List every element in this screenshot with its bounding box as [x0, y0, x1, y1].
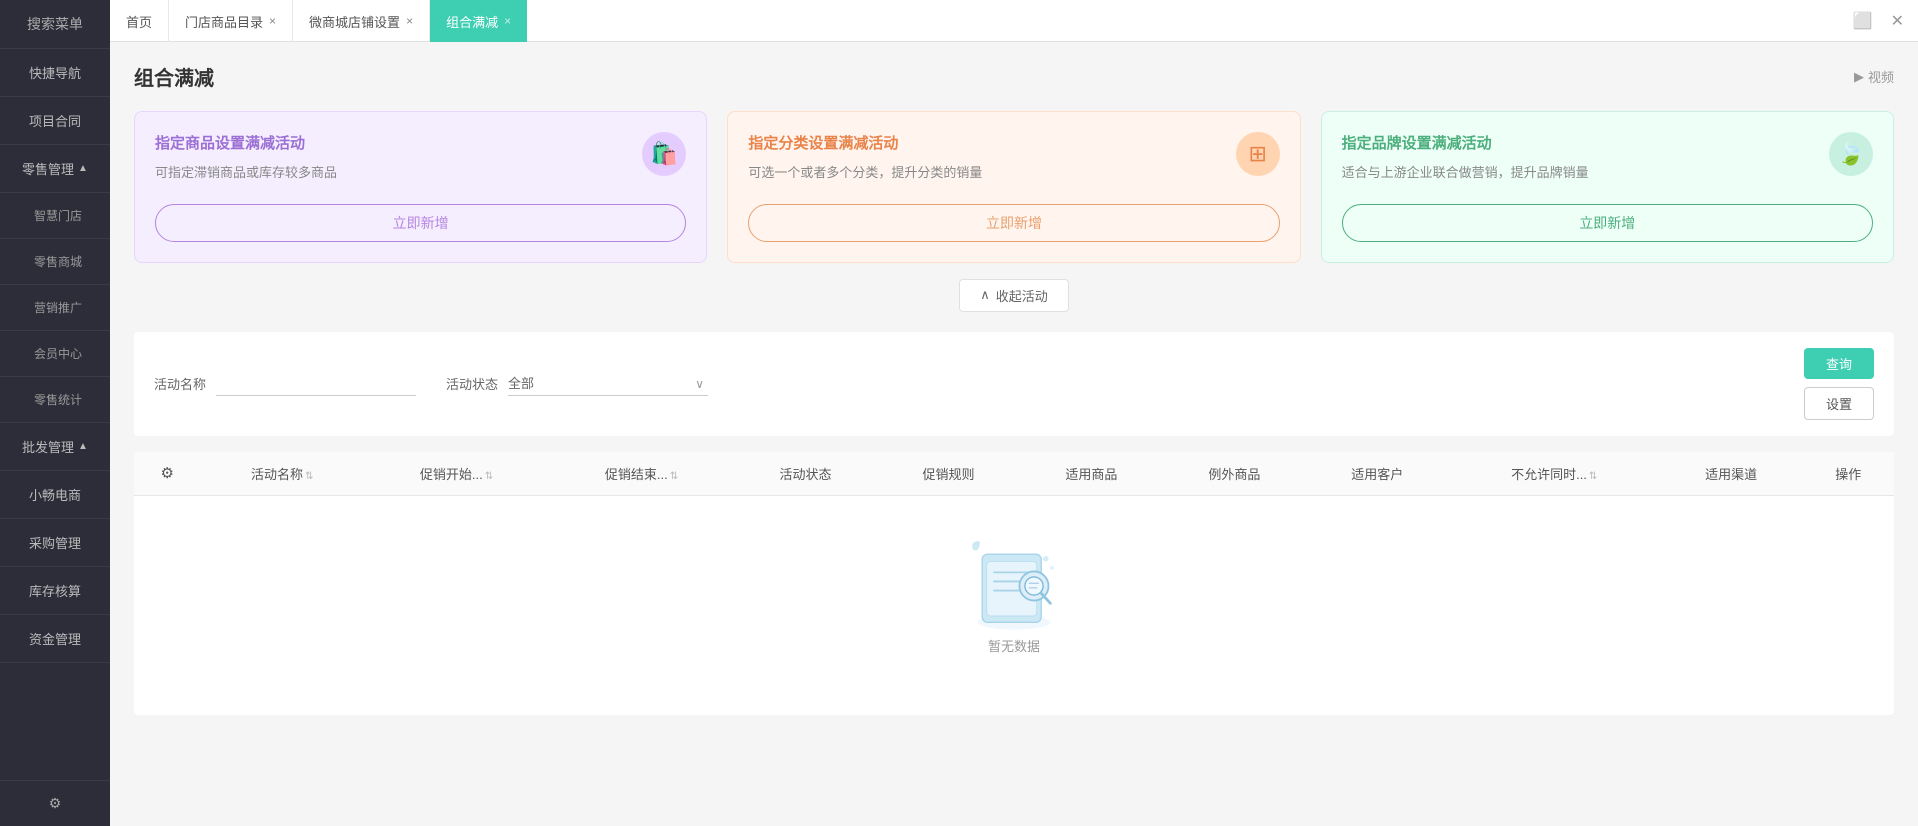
activity-card-by-category: ⊞指定分类设置满减活动可选一个或者多个分类，提升分类的销量立即新增: [727, 111, 1300, 263]
activity-name-label: 活动名称: [154, 374, 206, 393]
table-container: ⚙活动名称⇅促销开始...⇅促销结束...⇅活动状态促销规则适用商品例外商品适用…: [134, 452, 1894, 715]
tab-store-catalog[interactable]: 门店商品目录 ×: [169, 0, 293, 42]
gear-icon: ⚙: [49, 795, 62, 811]
tab-combo-discount[interactable]: 组合满减 ×: [430, 0, 527, 42]
sort-icon-promo_start: ⇅: [485, 471, 493, 482]
th-label-promo_start: 促销开始...: [420, 467, 483, 482]
sidebar-item-xiaochangec[interactable]: 小畅电商: [0, 471, 110, 519]
query-button[interactable]: 查询: [1804, 348, 1874, 379]
card-icon-by-category: ⊞: [1236, 132, 1280, 176]
tab-label: 首页: [126, 12, 152, 31]
card-desc-by-category: 可选一个或者多个分类，提升分类的销量: [748, 163, 1279, 184]
collapse-icon: ∧: [980, 287, 990, 303]
sidebar-item-fund-mgmt[interactable]: 资金管理: [0, 615, 110, 663]
empty-illustration: [959, 536, 1069, 636]
th-operations: 操作: [1803, 452, 1894, 496]
filter-actions: 查询 设置: [1804, 348, 1874, 420]
sidebar-settings-btn[interactable]: ⚙: [0, 780, 110, 826]
th-activity_status: 活动状态: [734, 452, 877, 496]
empty-text: 暂无数据: [988, 636, 1040, 655]
sidebar-search[interactable]: 搜索菜单: [0, 0, 110, 49]
card-btn-by-category[interactable]: 立即新增: [748, 204, 1279, 242]
card-icon-by-brand: 🍃: [1829, 132, 1873, 176]
close-button[interactable]: ✕: [1887, 7, 1908, 35]
th-applicable_channel: 适用渠道: [1660, 452, 1803, 496]
th-settings[interactable]: ⚙: [134, 452, 200, 496]
sort-icon-not_allow_concurrent: ⇅: [1589, 471, 1597, 482]
th-promo_rule: 促销规则: [877, 452, 1020, 496]
activity-cards: 🛍️指定商品设置满减活动可指定滞销商品或库存较多商品立即新增⊞指定分类设置满减活…: [134, 111, 1894, 263]
tab-bar: 首页 门店商品目录 × 微商城店铺设置 × 组合满减 × ⬜ ✕: [110, 0, 1918, 42]
th-applicable_customers: 适用客户: [1306, 452, 1449, 496]
tab-close-icon[interactable]: ×: [406, 14, 413, 28]
tab-wechat-store-settings[interactable]: 微商城店铺设置 ×: [293, 0, 430, 42]
gear-icon[interactable]: ⚙: [160, 465, 173, 482]
chevron-icon: ▲: [78, 441, 88, 452]
main-area: 首页门店商品目录×微商城店铺设置×组合满减× ⬜ ✕ 组合满减 ▶ 视频 🛍️指…: [110, 0, 1918, 826]
page-content: 组合满减 ▶ 视频 🛍️指定商品设置满减活动可指定滞销商品或库存较多商品立即新增…: [110, 42, 1918, 826]
sidebar-item-marketing[interactable]: 营销推广: [0, 285, 110, 331]
settings-button[interactable]: 设置: [1804, 387, 1874, 420]
activity-status-label: 活动状态: [446, 374, 498, 393]
maximize-button[interactable]: ⬜: [1849, 7, 1877, 35]
sidebar: 搜索菜单 快捷导航项目合同零售管理 ▲智慧门店零售商城营销推广会员中心零售统计批…: [0, 0, 110, 826]
tab-label: 微商城店铺设置: [309, 12, 400, 31]
card-desc-by-brand: 适合与上游企业联合做营销，提升品牌销量: [1342, 163, 1873, 184]
tab-label: 组合满减: [446, 12, 498, 31]
tab-close-icon[interactable]: ×: [269, 14, 276, 28]
th-applicable_goods: 适用商品: [1020, 452, 1163, 496]
status-select-wrapper: 全部进行中未开始已结束 ∨: [508, 372, 708, 396]
card-title-by-category: 指定分类设置满减活动: [748, 132, 1279, 153]
window-controls: ⬜ ✕: [1849, 7, 1918, 35]
th-label-promo_end: 促销结束...: [605, 467, 668, 482]
filter-bar: 活动名称 活动状态 全部进行中未开始已结束 ∨ 查询 设置: [134, 332, 1894, 436]
th-not_allow_concurrent[interactable]: 不允许同时...⇅: [1449, 452, 1660, 496]
sidebar-item-quick-nav[interactable]: 快捷导航: [0, 49, 110, 97]
activity-name-input[interactable]: [216, 372, 416, 396]
sidebar-item-retail-mgmt[interactable]: 零售管理 ▲: [0, 145, 110, 193]
sidebar-item-purchase-mgmt[interactable]: 采购管理: [0, 519, 110, 567]
card-desc-by-goods: 可指定滞销商品或库存较多商品: [155, 163, 686, 184]
collapse-button[interactable]: ∧ 收起活动: [959, 279, 1069, 312]
tab-label: 门店商品目录: [185, 12, 263, 31]
th-activity_name[interactable]: 活动名称⇅: [200, 452, 364, 496]
filter-activity-status: 活动状态 全部进行中未开始已结束 ∨: [446, 372, 708, 396]
video-link[interactable]: ▶ 视频: [1854, 67, 1894, 86]
page-title: 组合满减: [134, 62, 214, 91]
sort-icon-promo_end: ⇅: [670, 471, 678, 482]
card-title-by-brand: 指定品牌设置满减活动: [1342, 132, 1873, 153]
tab-close-icon[interactable]: ×: [504, 14, 511, 28]
th-label-activity_name: 活动名称: [251, 467, 303, 482]
activity-status-select[interactable]: 全部进行中未开始已结束: [508, 372, 708, 396]
chevron-icon: ▲: [78, 163, 88, 174]
data-table: ⚙活动名称⇅促销开始...⇅促销结束...⇅活动状态促销规则适用商品例外商品适用…: [134, 452, 1894, 496]
th-excluded_goods: 例外商品: [1163, 452, 1306, 496]
collapse-bar: ∧ 收起活动: [134, 279, 1894, 312]
sort-icon-activity_name: ⇅: [305, 471, 313, 482]
play-icon: ▶: [1854, 69, 1864, 85]
activity-card-by-brand: 🍃指定品牌设置满减活动适合与上游企业联合做营销，提升品牌销量立即新增: [1321, 111, 1894, 263]
sidebar-item-member-center[interactable]: 会员中心: [0, 331, 110, 377]
sidebar-item-smart-store[interactable]: 智慧门店: [0, 193, 110, 239]
tab-home[interactable]: 首页: [110, 0, 169, 42]
th-promo_end[interactable]: 促销结束...⇅: [549, 452, 734, 496]
page-header: 组合满减 ▶ 视频: [134, 62, 1894, 91]
sidebar-item-inventory-calc[interactable]: 库存核算: [0, 567, 110, 615]
video-label: 视频: [1868, 67, 1894, 86]
sidebar-item-retail-stats[interactable]: 零售统计: [0, 377, 110, 423]
activity-card-by-goods: 🛍️指定商品设置满减活动可指定滞销商品或库存较多商品立即新增: [134, 111, 707, 263]
empty-state: 暂无数据: [134, 496, 1894, 715]
card-btn-by-goods[interactable]: 立即新增: [155, 204, 686, 242]
card-title-by-goods: 指定商品设置满减活动: [155, 132, 686, 153]
th-promo_start[interactable]: 促销开始...⇅: [364, 452, 549, 496]
th-label-not_allow_concurrent: 不允许同时...: [1511, 467, 1587, 482]
card-btn-by-brand[interactable]: 立即新增: [1342, 204, 1873, 242]
sidebar-item-retail-mall[interactable]: 零售商城: [0, 239, 110, 285]
sidebar-item-project-contract[interactable]: 项目合同: [0, 97, 110, 145]
card-icon-by-goods: 🛍️: [642, 132, 686, 176]
sidebar-item-wholesale-mgmt[interactable]: 批发管理 ▲: [0, 423, 110, 471]
filter-activity-name: 活动名称: [154, 372, 416, 396]
collapse-label: 收起活动: [996, 286, 1048, 305]
